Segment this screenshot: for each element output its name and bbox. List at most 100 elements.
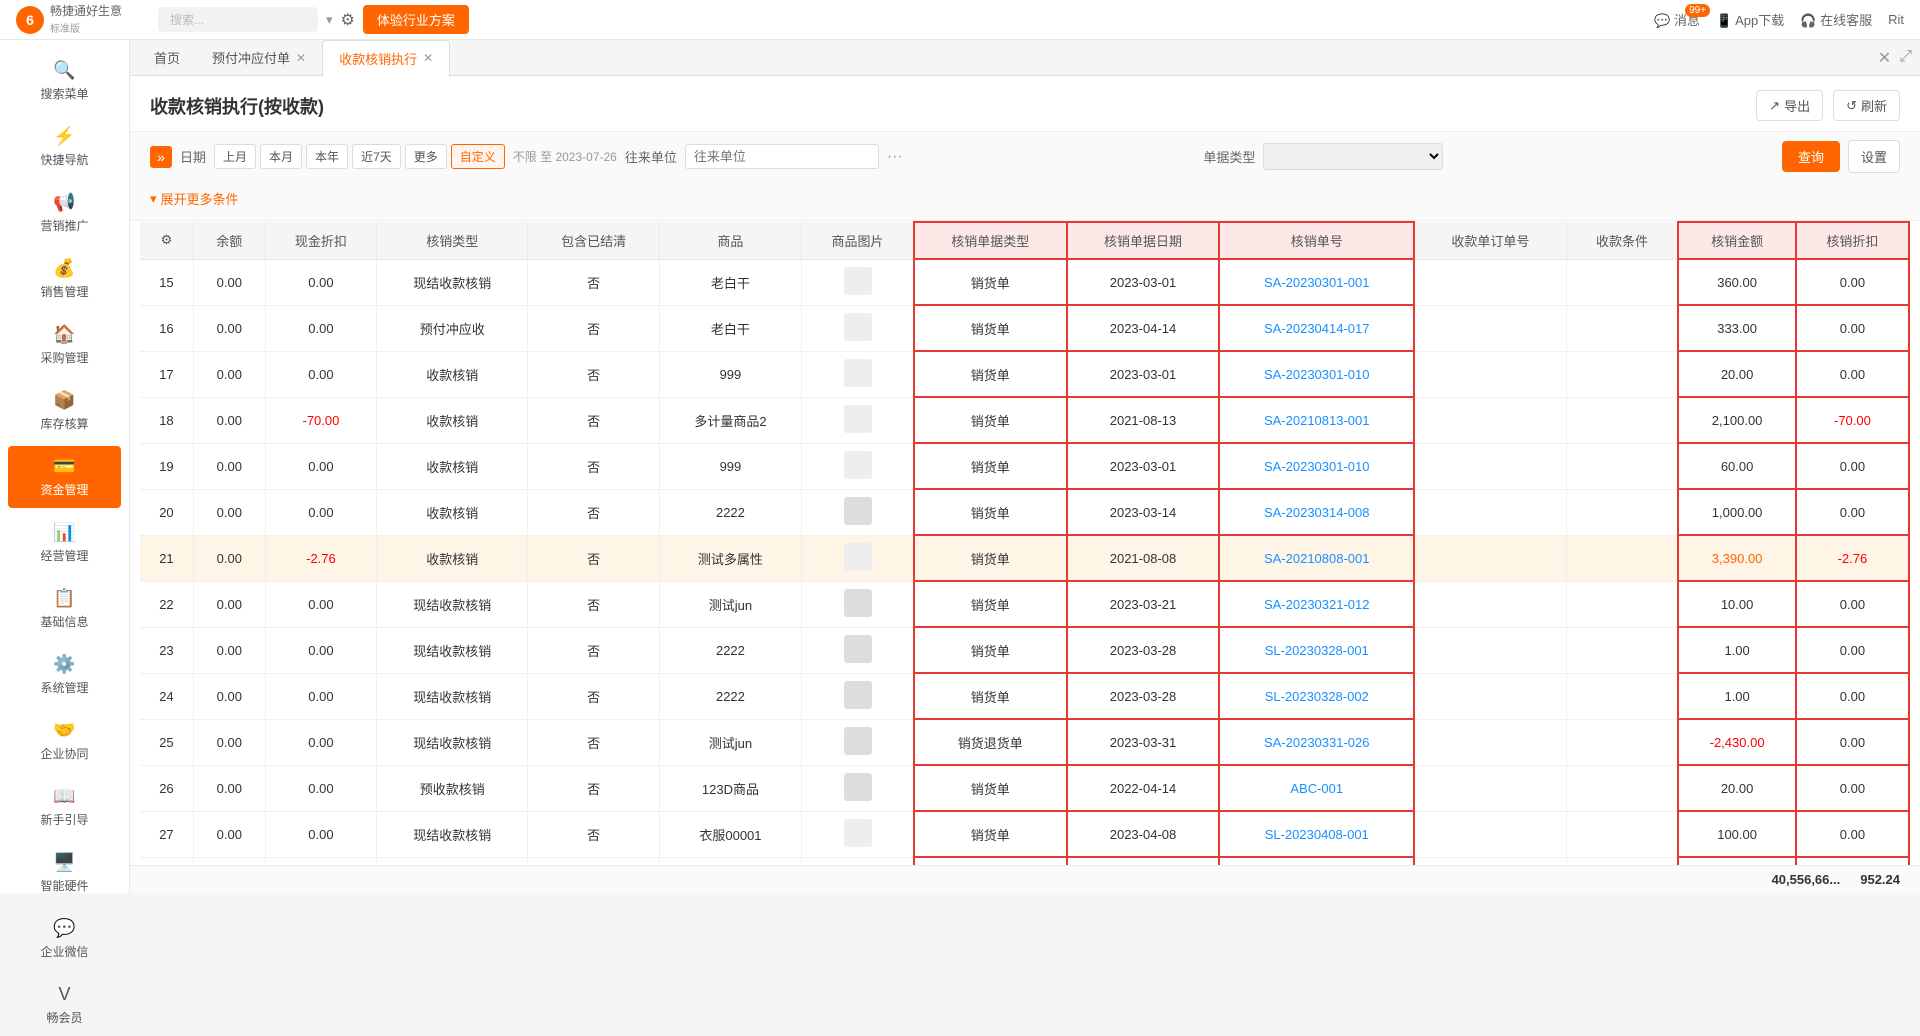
- table-row: 16 0.00 0.00 预付冲应收 否 老白干 销货单 2023-04-14 …: [140, 305, 1909, 351]
- query-button[interactable]: 查询: [1782, 141, 1840, 172]
- td-product: 2222: [659, 627, 801, 673]
- td-verify-type: 收款核销: [377, 535, 528, 581]
- td-bill-no[interactable]: SA-20230331-026: [1219, 719, 1414, 765]
- date-btn-more[interactable]: 更多: [405, 144, 447, 169]
- sidebar-item-wechat[interactable]: 💬 企业微信: [8, 908, 121, 970]
- date-btn-7days[interactable]: 近7天: [352, 144, 401, 169]
- td-include-settled: 否: [528, 627, 659, 673]
- expand-arrow-icon[interactable]: »: [150, 146, 172, 168]
- td-bill-no[interactable]: SA-20230314-008: [1219, 489, 1414, 535]
- sidebar-item-quick[interactable]: ⚡ 快捷导航: [8, 116, 121, 178]
- service-btn[interactable]: 🎧 在线客服: [1800, 10, 1872, 29]
- td-bill-no[interactable]: SA-20230414-017: [1219, 305, 1414, 351]
- sidebar-item-marketing[interactable]: 📢 营销推广: [8, 182, 121, 244]
- td-receipt-order: [1414, 535, 1566, 581]
- top-search[interactable]: 搜索...: [158, 7, 318, 32]
- date-btn-custom[interactable]: 自定义: [451, 144, 505, 169]
- settings-icon[interactable]: ⚙: [341, 10, 355, 30]
- sidebar-label-finance: 资金管理: [40, 481, 88, 498]
- sidebar-item-finance[interactable]: 💳 资金管理: [8, 446, 121, 508]
- sidebar-item-sales[interactable]: 💰 销售管理: [8, 248, 121, 310]
- tab-home[interactable]: 首页: [138, 40, 196, 75]
- type-select[interactable]: [1263, 143, 1443, 170]
- td-receipt-order: [1414, 397, 1566, 443]
- sidebar-item-inventory[interactable]: 📦 库存核算: [8, 380, 121, 442]
- th-cash-discount: 现金折扣: [265, 222, 377, 259]
- unit-dots-icon[interactable]: ···: [887, 148, 903, 166]
- date-btn-this-year[interactable]: 本年: [306, 144, 348, 169]
- td-receipt-cond: [1566, 857, 1678, 865]
- unit-input[interactable]: [685, 144, 879, 169]
- td-balance: 0.00: [193, 673, 265, 719]
- sidebar-item-base[interactable]: 📋 基础信息: [8, 578, 121, 640]
- td-verify-discount: -70.00: [1796, 397, 1909, 443]
- td-no: 21: [140, 535, 193, 581]
- table-row: 18 0.00 -70.00 收款核销 否 多计量商品2 销货单 2021-08…: [140, 397, 1909, 443]
- sidebar-item-hardware[interactable]: 🖥️ 智能硬件: [8, 842, 121, 904]
- td-bill-no[interactable]: ABC-001: [1219, 765, 1414, 811]
- export-button[interactable]: ↗ 导出: [1756, 90, 1823, 121]
- td-bill-no[interactable]: SA-20210813-001: [1219, 397, 1414, 443]
- td-product: 999: [659, 351, 801, 397]
- td-include-settled: 否: [528, 857, 659, 865]
- td-cash-discount: 0.00: [265, 719, 377, 765]
- tab-verify[interactable]: 收款核销执行 ✕: [322, 40, 450, 77]
- td-bill-no[interactable]: SA-20230321-012: [1219, 581, 1414, 627]
- td-receipt-cond: [1566, 719, 1678, 765]
- date-btn-last-month[interactable]: 上月: [214, 144, 256, 169]
- td-cash-discount: 0.00: [265, 305, 377, 351]
- td-no: 27: [140, 811, 193, 857]
- tab-verify-close[interactable]: ✕: [423, 51, 433, 65]
- sidebar: 🔍 搜索菜单 ⚡ 快捷导航 📢 营销推广 💰 销售管理 🏠 采购管理 📦 库存核…: [0, 40, 130, 893]
- sidebar-item-guide[interactable]: 📖 新手引导: [8, 776, 121, 838]
- expand-more-icon: ▾: [150, 191, 157, 207]
- td-cash-discount: 0.00: [265, 443, 377, 489]
- tab-close-icon[interactable]: ✕: [1878, 48, 1891, 68]
- sidebar-item-search[interactable]: 🔍 搜索菜单: [8, 50, 121, 112]
- td-verify-type: 收款核销: [377, 489, 528, 535]
- th-settings[interactable]: ⚙: [140, 222, 193, 259]
- td-include-settled: 否: [528, 489, 659, 535]
- refresh-button[interactable]: ↺ 刷新: [1833, 90, 1900, 121]
- tab-prepay-close[interactable]: ✕: [296, 51, 306, 65]
- expand-more[interactable]: ▾ 展开更多条件: [150, 189, 239, 208]
- td-verify-type: 现结收款核销: [377, 581, 528, 627]
- td-balance: 0.00: [193, 397, 265, 443]
- td-product-img: [802, 581, 914, 627]
- app-sub: 标准版: [50, 20, 122, 35]
- td-receipt-cond: [1566, 305, 1678, 351]
- export-icon: ↗: [1769, 98, 1780, 114]
- td-verify-discount: 0.00: [1796, 489, 1909, 535]
- sidebar-item-system[interactable]: ⚙️ 系统管理: [8, 644, 121, 706]
- td-bill-no[interactable]: SL-20230328-002: [1219, 673, 1414, 719]
- td-bill-date: 2022-04-14: [1067, 765, 1220, 811]
- td-balance: 0.00: [193, 857, 265, 865]
- td-no: 23: [140, 627, 193, 673]
- message-badge: 99+: [1685, 4, 1710, 17]
- date-btn-this-month[interactable]: 本月: [260, 144, 302, 169]
- td-bill-no[interactable]: SL-20230328-001: [1219, 627, 1414, 673]
- td-bill-no[interactable]: SA-20230301-010: [1219, 443, 1414, 489]
- td-bill-no[interactable]: SL-20230408-001: [1219, 811, 1414, 857]
- td-bill-no[interactable]: SA-20230301-010: [1219, 351, 1414, 397]
- sidebar-item-purchase[interactable]: 🏠 采购管理: [8, 314, 121, 376]
- app-download-btn[interactable]: 📱 App下载: [1716, 10, 1784, 29]
- sidebar-item-enterprise[interactable]: 🤝 企业协同: [8, 710, 121, 772]
- sidebar-item-business[interactable]: 📊 经营管理: [8, 512, 121, 574]
- td-verify-discount: 0.00: [1796, 443, 1909, 489]
- td-verify-type: 预付冲应收: [377, 305, 528, 351]
- page-title: 收款核销执行(按收款): [150, 93, 324, 119]
- industry-btn[interactable]: 体验行业方案: [363, 5, 469, 34]
- td-bill-no[interactable]: SL-20230418-001: [1219, 857, 1414, 865]
- td-bill-type: 销货单: [914, 673, 1067, 719]
- table-header-row: ⚙ 余额 现金折扣 核销类型 包含已结清 商品 商品图片 核销单据类型 核销单据…: [140, 222, 1909, 259]
- tab-expand-icon[interactable]: ⤢: [1899, 48, 1912, 68]
- table-container[interactable]: ⚙ 余额 现金折扣 核销类型 包含已结清 商品 商品图片 核销单据类型 核销单据…: [130, 221, 1920, 865]
- dropdown-arrow-icon[interactable]: ▾: [326, 12, 333, 28]
- tab-prepay[interactable]: 预付冲应付单 ✕: [196, 40, 322, 75]
- settings-button[interactable]: 设置: [1848, 140, 1900, 173]
- td-bill-no[interactable]: SA-20230301-001: [1219, 259, 1414, 305]
- td-bill-no[interactable]: SA-20210808-001: [1219, 535, 1414, 581]
- message-btn[interactable]: 💬 消息 99+: [1654, 10, 1700, 29]
- sidebar-item-member[interactable]: V 畅会员: [8, 974, 121, 1036]
